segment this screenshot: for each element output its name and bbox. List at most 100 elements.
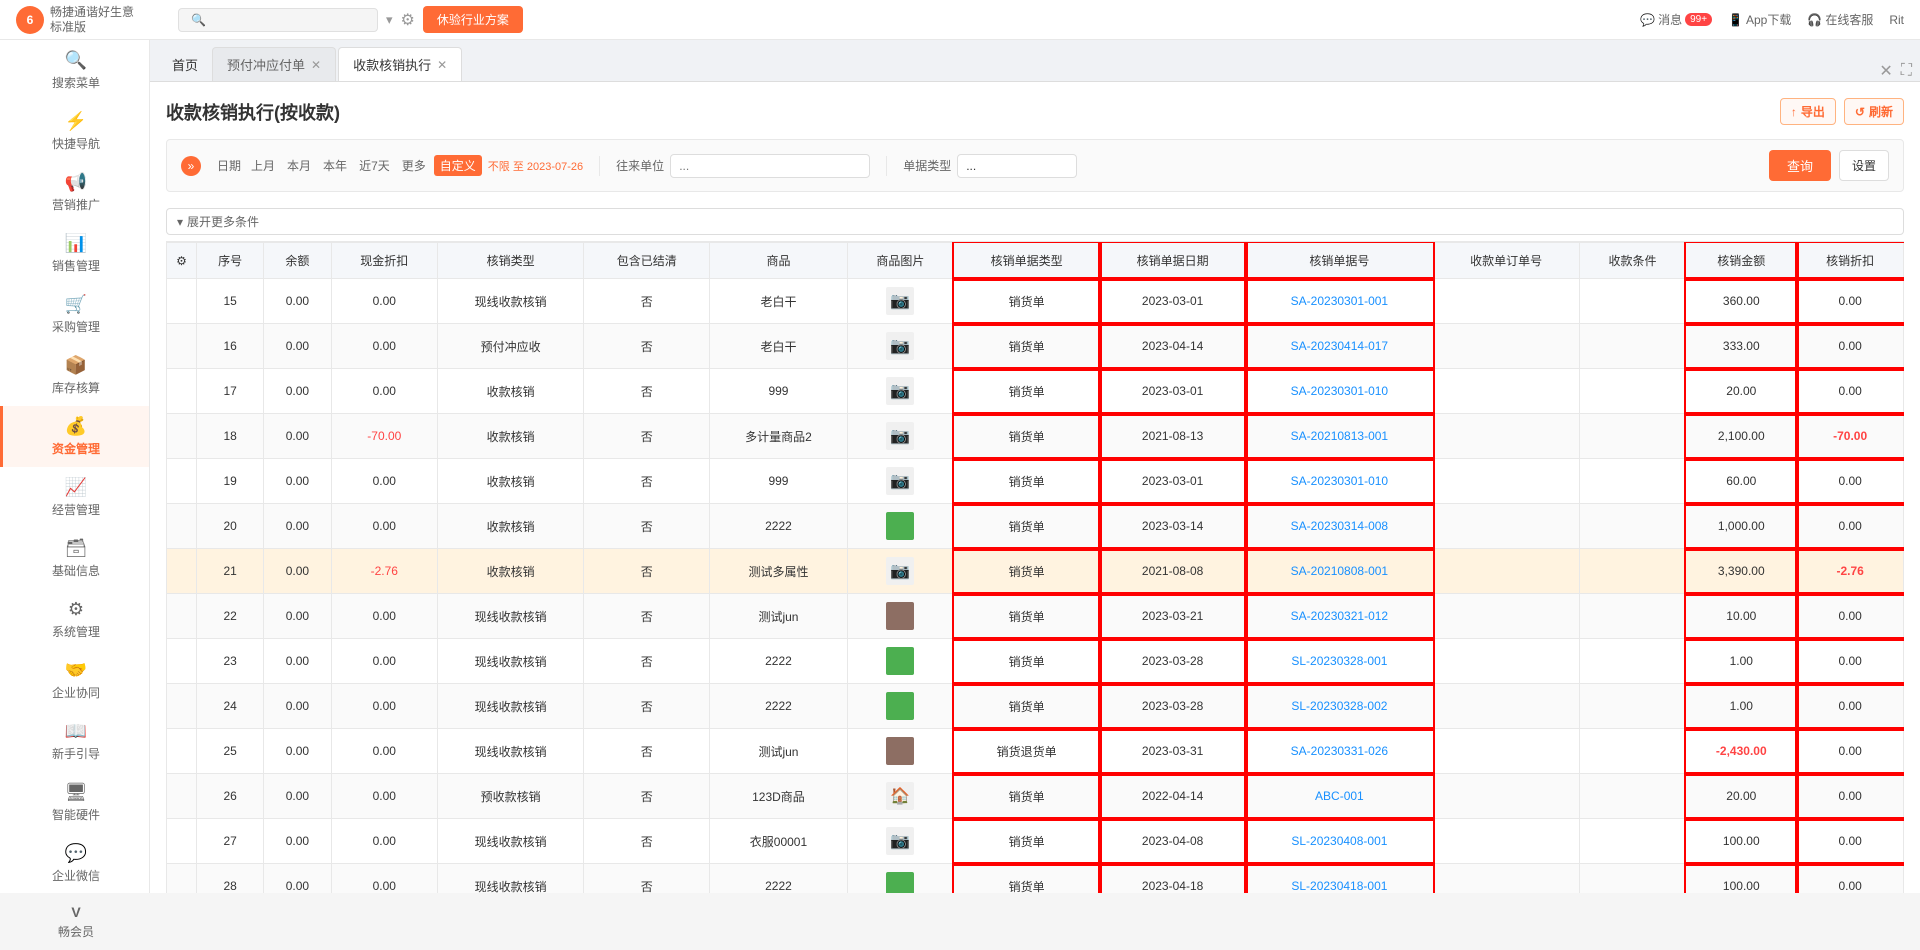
sidebar-item-label: 采购管理 — [52, 318, 100, 335]
date-btn-custom[interactable]: 自定义 — [434, 155, 482, 176]
close-window-icon[interactable]: ✕ — [1879, 61, 1892, 81]
tab-receipt[interactable]: 收款核销执行 ✕ — [338, 47, 462, 81]
member-icon: V — [71, 904, 80, 920]
cooperation-icon: 🤝 — [65, 660, 87, 681]
td-gear — [167, 864, 197, 894]
sidebar-item-system[interactable]: ⚙ 系统管理 — [0, 589, 149, 650]
app-download-item[interactable]: 📱 App下载 — [1728, 11, 1791, 28]
date-btn-this-month[interactable]: 本月 — [283, 155, 315, 176]
dropdown-icon[interactable]: ▾ — [386, 12, 393, 28]
td-verify-bill-no: SA-20210813-001 — [1246, 414, 1434, 459]
tab-prepay-close[interactable]: ✕ — [311, 58, 321, 72]
sidebar-item-label: 系统管理 — [52, 623, 100, 640]
td-verify-discount: 0.00 — [1797, 369, 1904, 414]
export-btn[interactable]: ↑ 导出 — [1780, 98, 1836, 125]
sidebar-item-quick[interactable]: ⚡ 快捷导航 — [0, 101, 149, 162]
td-verify-type: 收款核销 — [438, 369, 584, 414]
expand-more-btn[interactable]: ▾ 展开更多条件 — [166, 208, 1904, 235]
sidebar-item-member[interactable]: V 畅会员 — [0, 894, 149, 950]
settings-icon[interactable]: ⚙ — [401, 10, 415, 30]
td-verify-amount: 333.00 — [1686, 324, 1797, 369]
user-item[interactable]: Rit — [1889, 13, 1904, 27]
bill-no-link[interactable]: SL-20230328-002 — [1291, 699, 1387, 713]
sidebar-item-purchase[interactable]: 🛒 采购管理 — [0, 284, 149, 345]
query-btn[interactable]: 查询 — [1769, 150, 1831, 181]
tab-receipt-close[interactable]: ✕ — [437, 58, 447, 72]
bill-no-link[interactable]: SA-20230314-008 — [1291, 519, 1388, 533]
bill-no-link[interactable]: SA-20210808-001 — [1291, 564, 1388, 578]
bill-no-link[interactable]: SA-20230414-017 — [1291, 339, 1388, 353]
refresh-btn[interactable]: ↺ 刷新 — [1844, 98, 1904, 125]
sidebar-item-marketing[interactable]: 📢 营销推广 — [0, 162, 149, 223]
td-gear — [167, 324, 197, 369]
filter-toggle-btn[interactable]: » — [181, 156, 201, 176]
tab-home[interactable]: 首页 — [158, 47, 212, 81]
td-no: 28 — [197, 864, 264, 894]
td-verify-amount: 1.00 — [1686, 684, 1797, 729]
page-content: 收款核销执行(按收款) ↑ 导出 ↺ 刷新 » — [150, 82, 1920, 893]
message-item[interactable]: 💬 消息 99+ — [1640, 11, 1712, 28]
sidebar-item-hardware[interactable]: 🖥 智能硬件 — [0, 772, 149, 833]
bill-no-link[interactable]: SL-20230328-001 — [1291, 654, 1387, 668]
td-receipt-cond — [1579, 279, 1686, 324]
tab-bar-right: ✕ ⛶ — [1879, 61, 1912, 81]
td-product: 2222 — [710, 639, 847, 684]
td-gear — [167, 414, 197, 459]
td-product-img: 📷 — [847, 324, 954, 369]
td-verify-type: 收款核销 — [438, 504, 584, 549]
sidebar-item-cooperation[interactable]: 🤝 企业协同 — [0, 650, 149, 711]
sidebar-item-inventory[interactable]: 📦 库存核算 — [0, 345, 149, 406]
td-verify-bill-type: 销货单 — [954, 684, 1100, 729]
maximize-window-icon[interactable]: ⛶ — [1901, 62, 1912, 80]
headset-icon: 🎧 — [1807, 13, 1822, 27]
td-product-img: 📷 — [847, 414, 954, 459]
td-include-settled: 否 — [584, 549, 710, 594]
bill-no-link[interactable]: SL-20230408-001 — [1291, 834, 1387, 848]
bill-no-link[interactable]: SA-20210813-001 — [1291, 429, 1388, 443]
sidebar-item-basic-info[interactable]: 🗃 基础信息 — [0, 528, 149, 589]
td-gear — [167, 459, 197, 504]
bill-type-select[interactable]: ... 销货单 销货退货单 — [957, 154, 1077, 178]
sidebar-item-search[interactable]: 🔍 搜索菜单 — [0, 40, 149, 101]
bill-no-link[interactable]: SA-20230301-001 — [1291, 294, 1388, 308]
td-balance: 0.00 — [264, 459, 331, 504]
product-image — [886, 602, 914, 630]
product-image — [886, 647, 914, 675]
sidebar-item-label: 库存核算 — [52, 379, 100, 396]
td-verify-discount: 0.00 — [1797, 459, 1904, 504]
sidebar-item-wechat[interactable]: 💬 企业微信 — [0, 833, 149, 894]
bill-no-link[interactable]: SA-20230301-010 — [1291, 384, 1388, 398]
online-service-item[interactable]: 🎧 在线客服 — [1807, 11, 1873, 28]
gear-icon[interactable]: ⚙ — [176, 254, 187, 268]
table-row: 25 0.00 0.00 现线收款核销 否 测试jun 销货退货单 2023-0… — [167, 729, 1904, 774]
td-balance: 0.00 — [264, 594, 331, 639]
date-btn-7days[interactable]: 近7天 — [355, 155, 394, 176]
sidebar-item-management[interactable]: 📈 经营管理 — [0, 467, 149, 528]
date-btn-last-month[interactable]: 上月 — [247, 155, 279, 176]
industry-btn[interactable]: 休验行业方案 — [423, 6, 523, 33]
table-row: 20 0.00 0.00 收款核销 否 2222 销货单 2023-03-14 … — [167, 504, 1904, 549]
td-cash-discount: 0.00 — [331, 369, 438, 414]
bill-no-link[interactable]: ABC-001 — [1315, 789, 1364, 803]
bill-no-link[interactable]: SL-20230418-001 — [1291, 879, 1387, 893]
td-verify-discount: 0.00 — [1797, 504, 1904, 549]
tab-prepay[interactable]: 预付冲应付单 ✕ — [212, 47, 336, 81]
sidebar-item-sales[interactable]: 📊 销售管理 — [0, 223, 149, 284]
td-gear — [167, 594, 197, 639]
bill-no-link[interactable]: SA-20230321-012 — [1291, 609, 1388, 623]
date-btn-this-year[interactable]: 本年 — [319, 155, 351, 176]
td-verify-bill-date: 2023-03-01 — [1100, 279, 1246, 324]
td-verify-bill-no: SA-20230321-012 — [1246, 594, 1434, 639]
bill-no-link[interactable]: SA-20230331-026 — [1291, 744, 1388, 758]
bill-no-link[interactable]: SA-20230301-010 — [1291, 474, 1388, 488]
sidebar-item-finance[interactable]: 💰 资金管理 — [0, 406, 149, 467]
filter-settings-btn[interactable]: 设置 — [1839, 150, 1889, 181]
td-cash-discount: 0.00 — [331, 279, 438, 324]
td-verify-type: 预付冲应收 — [438, 324, 584, 369]
td-verify-bill-no: SA-20230331-026 — [1246, 729, 1434, 774]
date-btn-more[interactable]: 更多 — [398, 155, 430, 176]
from-unit-input[interactable] — [670, 154, 870, 178]
sidebar-item-guide[interactable]: 📖 新手引导 — [0, 711, 149, 772]
td-balance: 0.00 — [264, 504, 331, 549]
td-verify-bill-type: 销货单 — [954, 819, 1100, 864]
